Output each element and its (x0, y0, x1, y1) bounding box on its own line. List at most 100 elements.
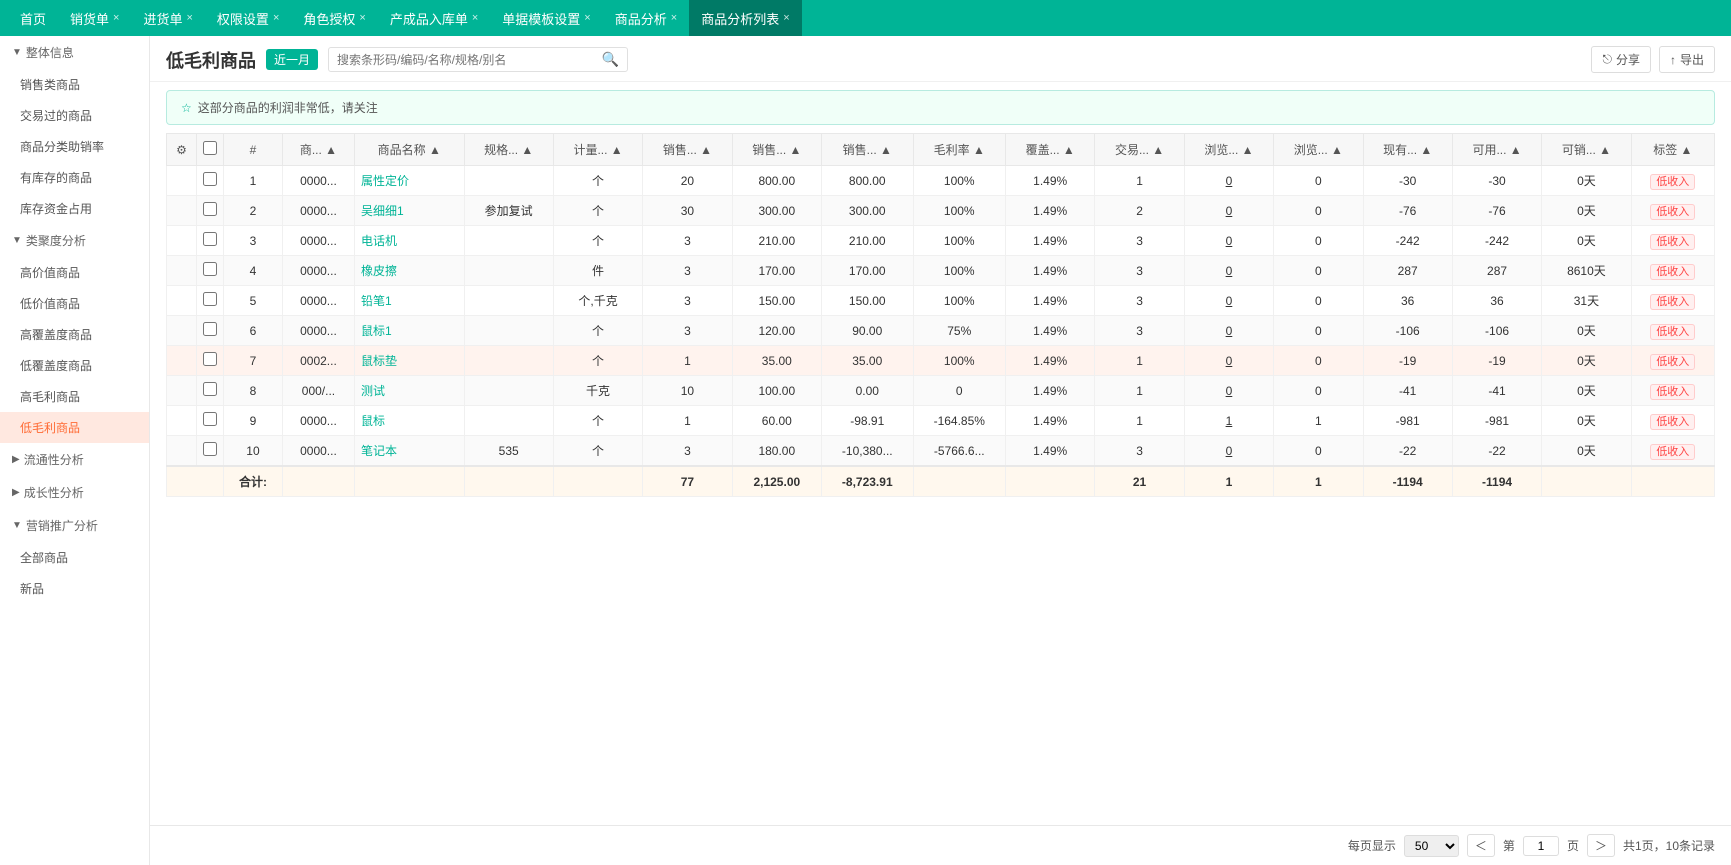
row-checkbox-9[interactable] (203, 442, 217, 456)
sidebar-item-sales-goods[interactable]: 销售类商品 (0, 69, 149, 100)
sidebar-section-cluster[interactable]: ▼ 类聚度分析 (0, 224, 149, 257)
col-header-stock[interactable]: 现有... ▲ (1363, 134, 1452, 166)
cell-checkbox[interactable] (197, 256, 224, 286)
cell-checkbox[interactable] (197, 406, 224, 436)
cell-checkbox[interactable] (197, 286, 224, 316)
search-icon[interactable]: 🔍 (602, 51, 619, 68)
col-header-browse1[interactable]: 浏览... ▲ (1184, 134, 1273, 166)
cell-name[interactable]: 测试 (355, 376, 464, 406)
cell-browse1[interactable]: 0 (1184, 226, 1273, 256)
cell-checkbox[interactable] (197, 316, 224, 346)
per-page-select[interactable]: 50 100 200 (1404, 835, 1459, 857)
cell-name[interactable]: 电话机 (355, 226, 464, 256)
col-header-saleable[interactable]: 可销... ▲ (1542, 134, 1631, 166)
nav-item-product-in[interactable]: 产成品入库单 × (378, 0, 490, 36)
nav-close-analysis[interactable]: × (671, 12, 677, 24)
nav-item-analysis-list[interactable]: 商品分析列表 × (689, 0, 801, 36)
nav-close-template[interactable]: × (584, 12, 590, 24)
nav-item-purchase[interactable]: 进货单 × (131, 0, 204, 36)
share-button[interactable]: ⎋ 分享 (1591, 46, 1651, 73)
sidebar-section-overall[interactable]: ▼ 整体信息 (0, 36, 149, 69)
sidebar-item-new-goods[interactable]: 新品 (0, 573, 149, 604)
nav-close-analysis-list[interactable]: × (783, 12, 789, 24)
cell-browse1[interactable]: 0 (1184, 316, 1273, 346)
row-checkbox-2[interactable] (203, 232, 217, 246)
cell-browse1[interactable]: 0 (1184, 376, 1273, 406)
row-checkbox-1[interactable] (203, 202, 217, 216)
sidebar-item-all-goods[interactable]: 全部商品 (0, 542, 149, 573)
cell-checkbox[interactable] (197, 196, 224, 226)
sidebar-item-high-coverage[interactable]: 高覆盖度商品 (0, 319, 149, 350)
recent-tag[interactable]: 近一月 (266, 49, 318, 70)
select-all-checkbox[interactable] (203, 141, 217, 155)
row-checkbox-7[interactable] (203, 382, 217, 396)
cell-browse1[interactable]: 0 (1184, 256, 1273, 286)
cell-checkbox[interactable] (197, 376, 224, 406)
nav-close-role[interactable]: × (359, 12, 365, 24)
cell-name[interactable]: 笔记本 (355, 436, 464, 467)
nav-item-analysis[interactable]: 商品分析 × (603, 0, 689, 36)
row-checkbox-8[interactable] (203, 412, 217, 426)
nav-item-sales[interactable]: 销货单 × (58, 0, 131, 36)
sidebar-item-traded-goods[interactable]: 交易过的商品 (0, 100, 149, 131)
sidebar-item-low-margin[interactable]: 低毛利商品 (0, 412, 149, 443)
col-header-cover-rate[interactable]: 覆盖... ▲ (1006, 134, 1095, 166)
sidebar-item-low-value[interactable]: 低价值商品 (0, 288, 149, 319)
cell-name[interactable]: 橡皮擦 (355, 256, 464, 286)
sidebar-section-growth[interactable]: ▶ 成长性分析 (0, 476, 149, 509)
col-header-sale-amount[interactable]: 销售... ▲ (822, 134, 914, 166)
cell-browse1[interactable]: 0 (1184, 196, 1273, 226)
sidebar-item-capital[interactable]: 库存资金占用 (0, 193, 149, 224)
cell-name[interactable]: 鼠标 (355, 406, 464, 436)
prev-page-button[interactable]: ＜ (1467, 834, 1495, 857)
cell-browse1[interactable]: 1 (1184, 406, 1273, 436)
nav-close-purchase[interactable]: × (186, 12, 192, 24)
cell-name[interactable]: 鼠标垫 (355, 346, 464, 376)
col-header-trade[interactable]: 交易... ▲ (1095, 134, 1184, 166)
col-header-code[interactable]: 商... ▲ (282, 134, 354, 166)
col-header-unit[interactable]: 计量... ▲ (553, 134, 642, 166)
cell-checkbox[interactable] (197, 166, 224, 196)
cell-name[interactable]: 鼠标1 (355, 316, 464, 346)
col-header-sale-price[interactable]: 销售... ▲ (732, 134, 821, 166)
cell-name[interactable]: 吴细细1 (355, 196, 464, 226)
sidebar-item-in-stock[interactable]: 有库存的商品 (0, 162, 149, 193)
nav-close-permission[interactable]: × (273, 12, 279, 24)
col-header-settings[interactable]: ⚙ (167, 134, 197, 166)
row-checkbox-0[interactable] (203, 172, 217, 186)
sidebar-item-high-value[interactable]: 高价值商品 (0, 257, 149, 288)
col-header-available[interactable]: 可用... ▲ (1452, 134, 1541, 166)
col-header-gross-rate[interactable]: 毛利率 ▲ (913, 134, 1005, 166)
cell-browse1[interactable]: 0 (1184, 166, 1273, 196)
nav-item-role[interactable]: 角色授权 × (291, 0, 377, 36)
export-button[interactable]: ↑ 导出 (1659, 46, 1715, 73)
col-header-browse2[interactable]: 浏览... ▲ (1274, 134, 1363, 166)
cell-browse1[interactable]: 0 (1184, 286, 1273, 316)
nav-item-permission[interactable]: 权限设置 × (205, 0, 291, 36)
next-page-button[interactable]: ＞ (1587, 834, 1615, 857)
nav-item-home[interactable]: 首页 (8, 0, 58, 36)
row-checkbox-5[interactable] (203, 322, 217, 336)
page-number-input[interactable] (1523, 836, 1559, 856)
cell-browse1[interactable]: 0 (1184, 346, 1273, 376)
row-checkbox-6[interactable] (203, 352, 217, 366)
cell-checkbox[interactable] (197, 436, 224, 467)
nav-item-template[interactable]: 单据模板设置 × (490, 0, 602, 36)
cell-checkbox[interactable] (197, 346, 224, 376)
col-header-name[interactable]: 商品名称 ▲ (355, 134, 464, 166)
col-header-spec[interactable]: 规格... ▲ (464, 134, 553, 166)
col-header-tag[interactable]: 标签 ▲ (1631, 134, 1714, 166)
sidebar-section-flow[interactable]: ▶ 流通性分析 (0, 443, 149, 476)
sidebar-item-low-coverage[interactable]: 低覆盖度商品 (0, 350, 149, 381)
sidebar-item-high-margin[interactable]: 高毛利商品 (0, 381, 149, 412)
col-header-checkbox[interactable] (197, 134, 224, 166)
cell-name[interactable]: 属性定价 (355, 166, 464, 196)
cell-browse1[interactable]: 0 (1184, 436, 1273, 467)
cell-checkbox[interactable] (197, 226, 224, 256)
row-checkbox-4[interactable] (203, 292, 217, 306)
search-input[interactable] (337, 53, 602, 67)
cell-name[interactable]: 铅笔1 (355, 286, 464, 316)
row-checkbox-3[interactable] (203, 262, 217, 276)
nav-close-product-in[interactable]: × (472, 12, 478, 24)
col-header-sale-qty[interactable]: 销售... ▲ (643, 134, 732, 166)
